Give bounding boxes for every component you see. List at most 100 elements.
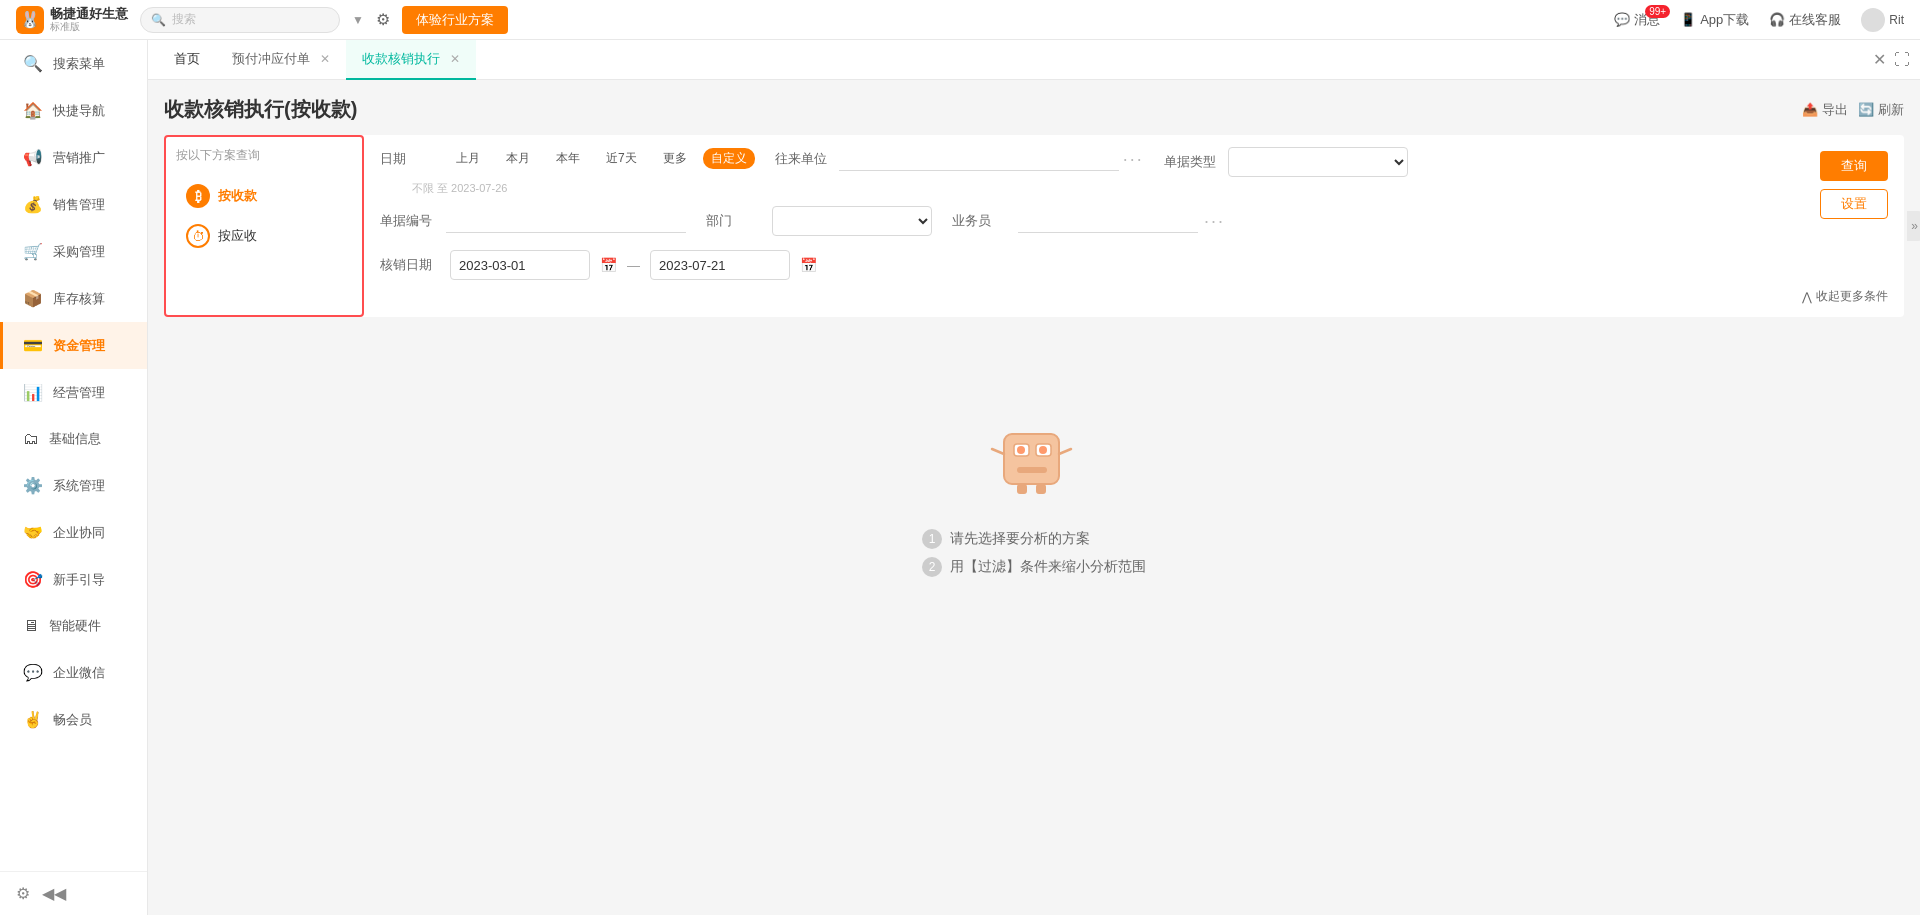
smart-hw-icon: 🖥: [23, 617, 39, 635]
tab-close-all-icon[interactable]: ✕: [1873, 50, 1886, 69]
hint-text-2: 用【过滤】条件来缩小分析范围: [950, 558, 1146, 576]
user-info[interactable]: Rit: [1861, 8, 1904, 32]
filter-by-receipt[interactable]: ₿ 按收款: [176, 176, 352, 216]
tab-bar-controls: ✕ ⛶: [1873, 50, 1910, 69]
collapse-more-label: 收起更多条件: [1816, 288, 1888, 305]
settings-gear-icon[interactable]: ⚙: [376, 10, 390, 29]
sidebar-item-inventory[interactable]: 📦 库存核算: [0, 275, 147, 322]
industry-solution-button[interactable]: 体验行业方案: [402, 6, 508, 34]
member-icon: ✌️: [23, 710, 43, 729]
receipt-icon: ₿: [186, 184, 210, 208]
inventory-icon: 📦: [23, 289, 43, 308]
filter-by-receivable-label: 按应收: [218, 227, 257, 245]
app-download-button[interactable]: 📱 App下载: [1680, 11, 1749, 29]
main-layout: 🔍 搜索菜单 🏠 快捷导航 📢 营销推广 💰 销售管理 🛒 采购管理 📦 库存核…: [0, 40, 1920, 915]
dept-label: 部门: [706, 212, 766, 230]
sidebar-item-purchase[interactable]: 🛒 采购管理: [0, 228, 147, 275]
purchase-icon: 🛒: [23, 242, 43, 261]
sidebar-item-marketing[interactable]: 📢 营销推广: [0, 134, 147, 181]
empty-state: 1 请先选择要分析的方案 2 用【过滤】条件来缩小分析范围: [164, 329, 1904, 657]
message-button[interactable]: 💬 消息 99+: [1614, 11, 1660, 29]
sidebar-item-search-menu[interactable]: 🔍 搜索菜单: [0, 40, 147, 87]
refresh-button[interactable]: 🔄 刷新: [1858, 101, 1904, 119]
dept-select[interactable]: [772, 206, 932, 236]
export-button[interactable]: 📤 导出: [1802, 101, 1848, 119]
sidebar-bottom: ⚙ ◀◀: [0, 871, 147, 915]
online-service-button[interactable]: 🎧 在线客服: [1769, 11, 1841, 29]
sidebar-item-label: 经营管理: [53, 384, 105, 402]
sidebar-item-enterprise[interactable]: 🤝 企业协同: [0, 509, 147, 556]
sidebar-item-basic-info[interactable]: 🗂 基础信息: [0, 416, 147, 462]
refresh-icon: 🔄: [1858, 102, 1874, 117]
tab-prepay-close-icon[interactable]: ✕: [320, 52, 330, 66]
sidebar-item-quick-nav[interactable]: 🏠 快捷导航: [0, 87, 147, 134]
page-header-actions: 📤 导出 🔄 刷新: [1802, 101, 1904, 119]
top-bar-right: 💬 消息 99+ 📱 App下载 🎧 在线客服 Rit: [1614, 8, 1904, 32]
sidebar-collapse-icon[interactable]: ◀◀: [42, 884, 66, 903]
sidebar-item-guide[interactable]: 🎯 新手引导: [0, 556, 147, 603]
fund-icon: 💳: [23, 336, 43, 355]
tab-receipt-label: 收款核销执行: [362, 50, 440, 68]
tab-bar: 首页 预付冲应付单 ✕ 收款核销执行 ✕ ✕ ⛶: [148, 40, 1920, 80]
filter-left-collapse-icon[interactable]: »: [1907, 211, 1920, 241]
sidebar-item-label: 库存核算: [53, 290, 105, 308]
doc-type-select[interactable]: [1228, 147, 1408, 177]
date-option-7days[interactable]: 近7天: [596, 147, 647, 170]
quick-nav-icon: 🏠: [23, 101, 43, 120]
message-badge: 99+: [1645, 5, 1670, 18]
writeoff-date-end[interactable]: [650, 250, 790, 280]
doc-type-label: 单据类型: [1164, 153, 1224, 171]
start-calendar-icon[interactable]: 📅: [600, 257, 617, 273]
sidebar-gear-icon[interactable]: ⚙: [16, 884, 30, 903]
tab-receipt-close-icon[interactable]: ✕: [450, 52, 460, 66]
app-download-label: App下载: [1700, 11, 1749, 29]
doc-no-input[interactable]: [446, 209, 686, 233]
top-bar: 🐰 畅捷通好生意 标准版 🔍 搜索 ▼ ⚙ 体验行业方案 💬 消息 99+ 📱 …: [0, 0, 1920, 40]
date-option-more[interactable]: 更多: [653, 147, 697, 170]
sidebar-item-smart-hw[interactable]: 🖥 智能硬件: [0, 603, 147, 649]
sidebar-item-label: 营销推广: [53, 149, 105, 167]
sidebar-item-fund[interactable]: 💳 资金管理: [0, 322, 147, 369]
svg-point-3: [1017, 446, 1025, 454]
date-option-custom[interactable]: 自定义: [703, 148, 755, 169]
tab-home[interactable]: 首页: [158, 40, 216, 80]
sidebar-item-sales[interactable]: 💰 销售管理: [0, 181, 147, 228]
svg-rect-9: [1036, 484, 1046, 494]
sidebar-item-system[interactable]: ⚙️ 系统管理: [0, 462, 147, 509]
hint-text-1: 请先选择要分析的方案: [950, 530, 1090, 548]
marketing-icon: 📢: [23, 148, 43, 167]
download-icon: 📱: [1680, 12, 1696, 27]
sidebar: 🔍 搜索菜单 🏠 快捷导航 📢 营销推广 💰 销售管理 🛒 采购管理 📦 库存核…: [0, 40, 148, 915]
search-bar[interactable]: 🔍 搜索: [140, 7, 340, 33]
tab-expand-icon[interactable]: ⛶: [1894, 51, 1910, 69]
sidebar-item-member[interactable]: ✌️ 畅会员: [0, 696, 147, 743]
staff-input[interactable]: [1018, 209, 1198, 233]
date-option-this-year[interactable]: 本年: [546, 147, 590, 170]
query-button[interactable]: 查询: [1820, 151, 1888, 181]
date-option-last-month[interactable]: 上月: [446, 147, 490, 170]
search-chevron-icon[interactable]: ▼: [352, 13, 364, 27]
basic-info-icon: 🗂: [23, 430, 39, 448]
staff-dots[interactable]: ···: [1204, 211, 1225, 232]
tab-receipt-writeoff[interactable]: 收款核销执行 ✕: [346, 40, 476, 80]
svg-line-6: [992, 449, 1004, 454]
search-placeholder: 搜索: [172, 11, 196, 28]
collapse-chevron-icon: ⋀: [1802, 290, 1812, 304]
vendor-input[interactable]: [839, 147, 1119, 171]
sidebar-item-label: 畅会员: [53, 711, 92, 729]
filter-wrapper: 按以下方案查询 ₿ 按收款 ⏱ 按应收 »: [164, 135, 1904, 317]
sidebar-item-business[interactable]: 📊 经营管理: [0, 369, 147, 416]
end-calendar-icon[interactable]: 📅: [800, 257, 817, 273]
brand-main: 畅捷通好生意: [50, 6, 128, 22]
wechat-icon: 💬: [23, 663, 43, 682]
filter-settings-button[interactable]: 设置: [1820, 189, 1888, 219]
collapse-more-button[interactable]: ⋀ 收起更多条件: [380, 288, 1888, 305]
writeoff-date-start[interactable]: [450, 250, 590, 280]
tab-prepay-writeoff[interactable]: 预付冲应付单 ✕: [216, 40, 346, 80]
logo-icon: 🐰: [16, 6, 44, 34]
sidebar-item-wechat[interactable]: 💬 企业微信: [0, 649, 147, 696]
date-option-this-month[interactable]: 本月: [496, 147, 540, 170]
vendor-dots[interactable]: ···: [1123, 149, 1144, 170]
avatar: [1861, 8, 1885, 32]
filter-by-receivable[interactable]: ⏱ 按应收: [176, 216, 352, 256]
